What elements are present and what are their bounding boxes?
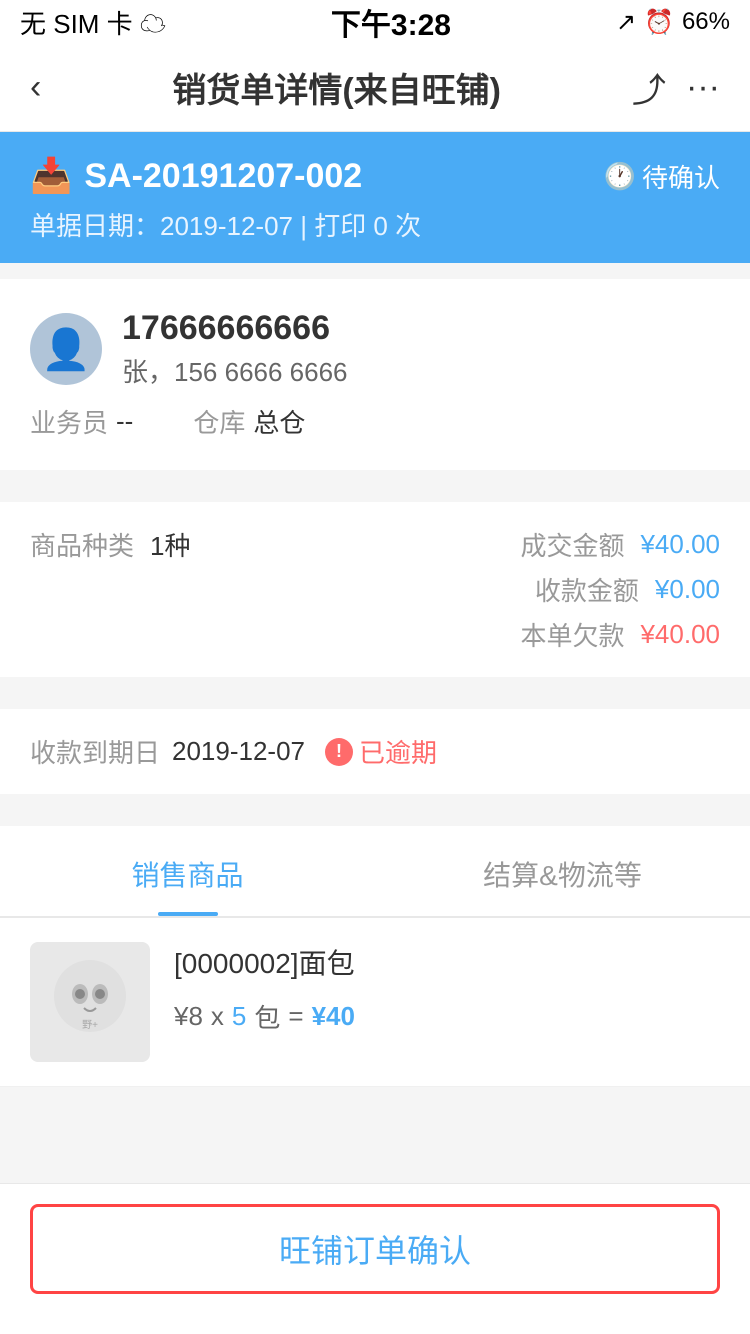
due-date-section: 收款到期日 2019-12-07 ! 已逾期 xyxy=(0,709,750,794)
tab-settlement-logistics[interactable]: 结算&物流等 xyxy=(375,826,750,916)
warehouse-value: 总仓 xyxy=(253,403,305,440)
product-price-row: ¥8 x 5 包 = ¥40 xyxy=(174,998,720,1035)
product-type-label: 商品种类 xyxy=(30,526,134,563)
more-button[interactable]: ··· xyxy=(686,68,720,107)
product-type-info: 商品种类 1种 xyxy=(30,526,190,563)
product-details: [0000002]面包 ¥8 x 5 包 = ¥40 xyxy=(174,942,720,1035)
share-button[interactable]: ⤴ xyxy=(632,63,666,112)
owed-label: 本单欠款 xyxy=(520,616,624,653)
tab-section: 销售商品 结算&物流等 xyxy=(0,826,750,918)
owed-value: ¥40.00 xyxy=(640,619,720,650)
product-type-value: 1种 xyxy=(150,526,190,563)
customer-phone: 17666666666 xyxy=(122,309,348,348)
product-multiply: x xyxy=(211,1001,224,1032)
back-button[interactable]: ‹ xyxy=(30,68,41,107)
warehouse-label: 仓库 xyxy=(193,403,245,440)
bottom-bar: 旺铺订单确认 xyxy=(0,1183,750,1334)
nav-bar: ‹ 销货单详情(来自旺铺) ⤴ ··· xyxy=(0,44,750,132)
warehouse-info: 仓库 总仓 xyxy=(193,403,305,440)
confirm-order-button[interactable]: 旺铺订单确认 xyxy=(30,1204,720,1294)
received-row: 收款金额 ¥0.00 xyxy=(535,571,720,608)
order-header-card: 📥 SA-20191207-002 🕐 待确认 单据日期：2019-12-07 … xyxy=(0,132,750,263)
avatar: 👤 xyxy=(30,313,102,385)
overdue-badge: ! 已逾期 xyxy=(325,733,437,770)
status-right: ↗ ⏰ 66% xyxy=(616,8,730,37)
product-name: [0000002]面包 xyxy=(174,942,720,982)
due-label: 收款到期日 xyxy=(30,733,160,770)
page-title: 销货单详情(来自旺铺) xyxy=(172,63,501,112)
order-status: 🕐 待确认 xyxy=(604,158,720,195)
product-total: ¥40 xyxy=(312,1001,355,1032)
product-price: ¥8 xyxy=(174,1001,203,1032)
overdue-warning-icon: ! xyxy=(325,738,353,766)
inbox-icon: 📥 xyxy=(30,156,72,196)
amount-row: 成交金额 ¥40.00 xyxy=(520,526,720,563)
received-label: 收款金额 xyxy=(535,571,639,608)
money-stats: 成交金额 ¥40.00 收款金额 ¥0.00 本单欠款 ¥40.00 xyxy=(520,526,720,653)
salesman-value: -- xyxy=(116,406,133,437)
salesman-info: 业务员 -- xyxy=(30,403,133,440)
tab-row: 销售商品 结算&物流等 xyxy=(0,826,750,918)
nav-right[interactable]: ⤴ ··· xyxy=(632,63,720,112)
amount-label: 成交金额 xyxy=(520,526,624,563)
product-qty: 5 xyxy=(232,1001,246,1032)
customer-name-phone: 张，156 6666 6666 xyxy=(122,352,348,389)
received-value: ¥0.00 xyxy=(655,574,720,605)
nav-left[interactable]: ‹ xyxy=(30,68,41,107)
due-date: 2019-12-07 xyxy=(172,736,305,767)
product-equals: = xyxy=(288,1001,303,1032)
salesman-label: 业务员 xyxy=(30,403,108,440)
product-unit: 包 xyxy=(254,998,280,1035)
user-icon: 👤 xyxy=(41,326,91,373)
status-bar: 无 SIM 卡 ☁ 下午3:28 ↗ ⏰ 66% xyxy=(0,0,750,44)
tab-sales-products[interactable]: 销售商品 xyxy=(0,826,375,916)
svg-text:野+: 野+ xyxy=(82,1019,98,1031)
owed-row: 本单欠款 ¥40.00 xyxy=(520,616,720,653)
alarm-icon: ⏰ xyxy=(644,8,674,37)
product-item: 野+ [0000002]面包 ¥8 x 5 包 = ¥40 xyxy=(0,918,750,1087)
location-icon: ↗ xyxy=(616,8,636,37)
product-image: 野+ xyxy=(30,942,150,1062)
status-time: 下午3:28 xyxy=(331,0,451,44)
stats-section: 商品种类 1种 成交金额 ¥40.00 收款金额 ¥0.00 本单欠款 ¥40.… xyxy=(0,502,750,677)
product-image-placeholder: 野+ xyxy=(50,956,130,1048)
customer-info-row: 业务员 -- 仓库 总仓 xyxy=(30,403,720,440)
status-left: 无 SIM 卡 ☁ xyxy=(20,4,166,41)
overdue-text: 已逾期 xyxy=(359,733,437,770)
clock-icon: 🕐 xyxy=(604,161,636,192)
order-number: 📥 SA-20191207-002 xyxy=(30,156,362,196)
sim-status: 无 SIM 卡 ☁ xyxy=(20,4,166,41)
customer-section: 👤 17666666666 张，156 6666 6666 业务员 -- 仓库 … xyxy=(0,279,750,470)
order-date: 单据日期：2019-12-07 | 打印 0 次 xyxy=(30,206,720,243)
amount-value: ¥40.00 xyxy=(640,529,720,560)
battery-status: 66% xyxy=(682,8,730,36)
